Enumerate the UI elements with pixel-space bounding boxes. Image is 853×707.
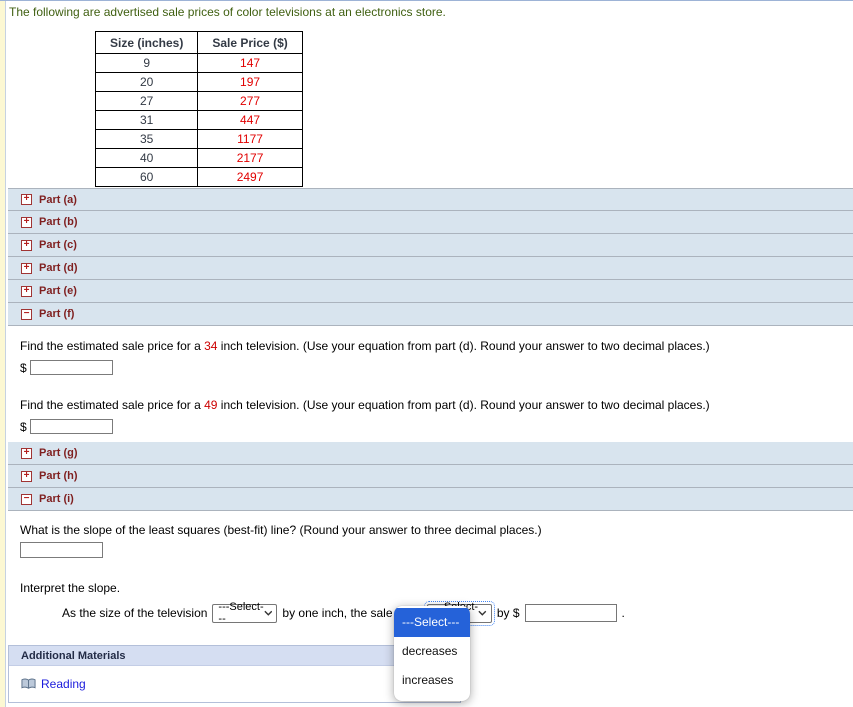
slope-question-text: What is the slope of the least squares (…	[20, 523, 542, 537]
part-f-question-1: Find the estimated sale price for a 34 i…	[20, 339, 853, 353]
part-f-question-2: Find the estimated sale price for a 49 i…	[20, 398, 853, 412]
sentence-text: As the size of the television	[62, 606, 208, 620]
book-icon	[21, 678, 36, 690]
part-label: Part (e)	[39, 285, 77, 297]
expand-plus-icon: +	[21, 470, 32, 482]
size-cell: 31	[94, 110, 199, 130]
table-row: 20 197	[94, 72, 303, 92]
size-cell: 35	[94, 129, 199, 149]
part-a-accordion-bar[interactable]: + Part (a)	[8, 188, 853, 211]
price-cell: 277	[197, 91, 303, 111]
reading-link[interactable]: Reading	[41, 677, 86, 691]
slope-amount-input[interactable]	[524, 604, 617, 622]
part-label: Part (i)	[39, 493, 74, 505]
collapse-minus-icon: −	[21, 493, 32, 505]
sentence-text: by $	[496, 606, 520, 620]
question-text: Find the estimated sale price for a	[20, 398, 205, 412]
part-label: Part (f)	[39, 308, 75, 320]
part-h-accordion-bar[interactable]: + Part (h)	[8, 465, 853, 488]
select-value: ---Select---	[218, 601, 264, 625]
price-cell: 1177	[197, 129, 303, 149]
part-f-accordion-bar[interactable]: − Part (f)	[8, 303, 853, 326]
size-cell: 40	[94, 148, 199, 168]
size-change-select[interactable]: ---Select---	[212, 601, 278, 625]
page-left-margin-strip	[0, 1, 6, 707]
collapse-minus-icon: −	[21, 308, 32, 320]
expand-plus-icon: +	[21, 239, 32, 251]
part-c-accordion-bar[interactable]: + Part (c)	[8, 234, 853, 257]
part-label: Part (c)	[39, 239, 77, 251]
question-text: inch television. (Use your equation from…	[217, 339, 710, 353]
table-row: 35 1177	[94, 129, 303, 149]
table-row: 31 447	[94, 110, 303, 130]
part-d-accordion-bar[interactable]: + Part (d)	[8, 257, 853, 280]
part-e-accordion-bar[interactable]: + Part (e)	[8, 280, 853, 303]
size-cell: 20	[94, 72, 199, 92]
question-text: Find the estimated sale price for a	[20, 339, 205, 353]
price-cell: 447	[197, 110, 303, 130]
question-area: The following are advertised sale prices…	[8, 1, 853, 703]
part-label: Part (b)	[39, 216, 78, 228]
currency-label: $	[20, 419, 27, 434]
question-value-34: 34	[204, 339, 218, 353]
table-row: 9 147	[94, 53, 303, 73]
dropdown-option-decreases[interactable]: decreases	[394, 637, 470, 666]
part-f-content: Find the estimated sale price for a 34 i…	[8, 326, 853, 442]
price-change-dropdown-menu: ---Select--- decreases increases	[394, 606, 470, 701]
part-label: Part (d)	[39, 262, 78, 274]
part-label: Part (g)	[39, 447, 78, 459]
expand-plus-icon: +	[21, 285, 32, 297]
chevron-down-icon	[478, 610, 487, 616]
dropdown-option-select[interactable]: ---Select---	[394, 608, 470, 637]
column-header-price: Sale Price ($)	[197, 31, 303, 54]
part-g-accordion-bar[interactable]: + Part (g)	[8, 442, 853, 465]
expand-plus-icon: +	[21, 194, 32, 205]
question-text: inch television. (Use your equation from…	[217, 398, 710, 412]
part-i-accordion-bar[interactable]: − Part (i)	[8, 488, 853, 511]
part-label: Part (a)	[39, 193, 77, 206]
question-intro-text: The following are advertised sale prices…	[9, 5, 446, 19]
interpret-slope-label: Interpret the slope.	[20, 580, 121, 595]
size-cell: 9	[94, 53, 199, 73]
question-value-49: 49	[204, 398, 218, 412]
price-cell: 147	[197, 53, 303, 73]
expand-plus-icon: +	[21, 447, 32, 459]
table-row: 60 2497	[94, 167, 303, 187]
size-cell: 27	[94, 91, 199, 111]
price-34-answer-input[interactable]	[29, 360, 113, 375]
additional-materials-header: Additional Materials	[9, 646, 460, 666]
slope-answer-input[interactable]	[20, 542, 103, 558]
part-b-accordion-bar[interactable]: + Part (b)	[8, 211, 853, 234]
table-header-row: Size (inches) Sale Price ($)	[94, 31, 303, 54]
table-row: 27 277	[94, 91, 303, 111]
chevron-down-icon	[264, 610, 273, 616]
table-row: 40 2177	[94, 148, 303, 168]
price-cell: 2497	[197, 167, 303, 187]
price-cell: 197	[197, 72, 303, 92]
sentence-period: .	[621, 606, 625, 620]
column-header-size: Size (inches)	[94, 31, 199, 54]
part-label: Part (h)	[39, 470, 78, 482]
currency-label: $	[20, 360, 27, 375]
price-49-answer-input[interactable]	[29, 419, 113, 434]
size-cell: 60	[94, 167, 199, 187]
tv-price-table: Size (inches) Sale Price ($) 9 147 20 19…	[94, 31, 303, 187]
expand-plus-icon: +	[21, 262, 32, 274]
price-cell: 2177	[197, 148, 303, 168]
expand-plus-icon: +	[21, 216, 32, 228]
dropdown-option-increases[interactable]: increases	[394, 666, 470, 695]
